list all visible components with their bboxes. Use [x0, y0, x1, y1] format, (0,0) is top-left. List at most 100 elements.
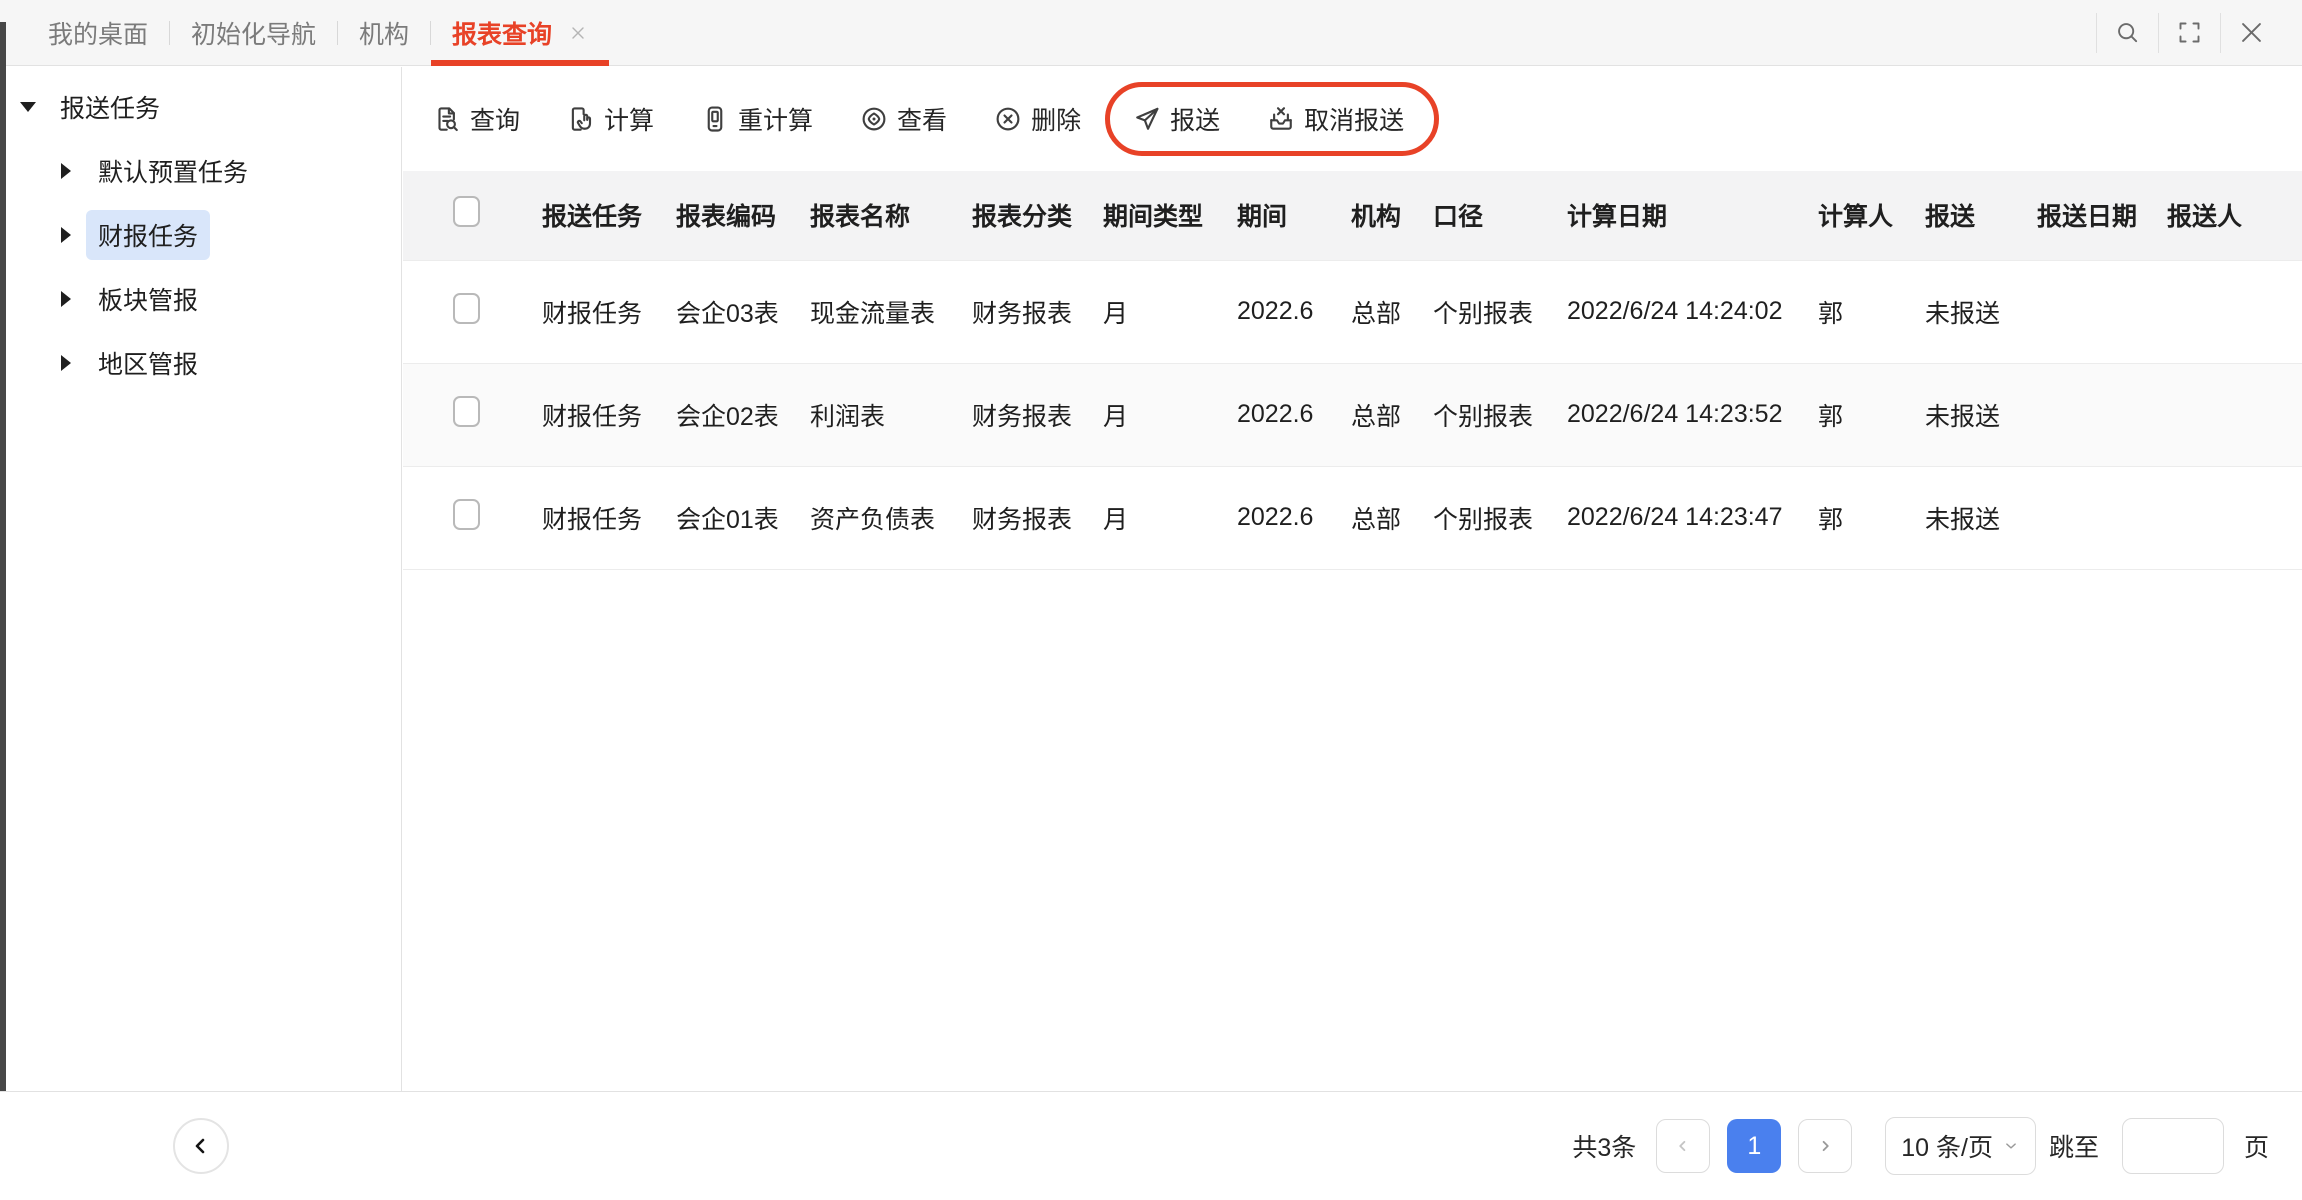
chevron-down-icon [2006, 1143, 2016, 1149]
chevron-right-icon[interactable] [58, 355, 74, 371]
page-size-select[interactable]: 10 条/页 [1885, 1117, 2036, 1175]
column-header: 报送任务 [542, 171, 676, 261]
chevron-left-icon [195, 1138, 205, 1154]
button-label: 重计算 [738, 107, 814, 135]
row-checkbox[interactable] [453, 498, 480, 530]
tab-init-nav[interactable]: 初始化导航 [170, 0, 337, 65]
report-table-wrap: 报送任务 报表编码 报表名称 报表分类 期间类型 期间 机构 口径 计算日期 计算人 报送 报送日期报… [403, 171, 2302, 570]
tab-close-button[interactable] [568, 23, 588, 43]
fullscreen-button[interactable] [2158, 12, 2220, 53]
next-page-button[interactable] [1798, 1119, 1853, 1173]
view-button[interactable]: 查看 [859, 101, 947, 137]
button-label: 删除 [1031, 107, 1082, 135]
table-cell: 总部 [1351, 363, 1433, 467]
fullscreen-icon [2179, 22, 2200, 43]
column-header: 报送 [1925, 171, 2037, 261]
table-cell: 财务报表 [972, 363, 1103, 467]
column-header: 报送人 [2167, 171, 2302, 261]
delete-button[interactable]: 删除 [993, 101, 1081, 137]
column-header: 计算日期 [1567, 171, 1818, 261]
tab-label: 报表查询 [452, 20, 553, 49]
table-cell [2037, 260, 2167, 364]
sidebar-item-financial-report-tasks[interactable]: 财报任务 [0, 203, 401, 267]
prev-page-button[interactable] [1656, 1119, 1711, 1173]
window-controls [2096, 12, 2282, 53]
table-cell: 2022/6/24 14:23:52 [1567, 363, 1818, 467]
close-button[interactable] [2220, 12, 2282, 53]
sidebar-item-submit-tasks[interactable]: 报送任务 [0, 75, 401, 139]
cancel-submit-icon [1270, 107, 1292, 130]
table-cell: 财报任务 [542, 260, 676, 364]
top-tab-bar: 我的桌面 初始化导航 机构 报表查询 [0, 0, 2302, 66]
jump-page-input[interactable] [2121, 1118, 2224, 1174]
cancel-submit-button[interactable]: 取消报送 [1266, 101, 1404, 137]
table-cell: 郭 [1818, 260, 1925, 364]
collapse-sidebar-button[interactable] [173, 1118, 229, 1174]
chevron-right-icon[interactable] [58, 227, 74, 243]
bottom-bar: 共3条 1 10 条/页 跳至 页 [0, 1091, 2302, 1200]
page-button-1[interactable]: 1 [1727, 1119, 1782, 1173]
jump-label: 跳至 [2048, 1134, 2099, 1162]
tab-my-desktop[interactable]: 我的桌面 [27, 0, 169, 65]
sidebar-item-label: 板块管报 [98, 287, 199, 315]
column-header: 报表名称 [810, 171, 972, 261]
table-cell: 现金流量表 [810, 260, 972, 364]
page-size-value: 10 条/页 [1901, 1134, 1993, 1162]
table-cell: 总部 [1351, 466, 1433, 570]
chevron-down-icon[interactable] [20, 102, 36, 112]
delete-icon [996, 107, 1020, 131]
table-cell: 会企02表 [676, 363, 810, 467]
tab-organization[interactable]: 机构 [338, 0, 430, 65]
table-row[interactable]: 财报任务 会企01表 资产负债表 财务报表月 2022.6 总部 个别报表 2022/6/24… [403, 466, 2302, 570]
report-table: 报送任务 报表编码 报表名称 报表分类 期间类型 期间 机构 口径 计算日期 计算人 报送 报送日期报… [403, 171, 2302, 570]
table-cell: 未报送 [1925, 260, 2037, 364]
table-row[interactable]: 财报任务 会企02表 利润表 财务报表月 2022.6 总部 个别报表 2022/6/24 1… [403, 363, 2302, 467]
button-label: 报送 [1170, 107, 1221, 135]
table-cell: 个别报表 [1433, 466, 1567, 570]
sidebar-item-segment-report[interactable]: 板块管报 [0, 267, 401, 331]
sidebar-item-default-preset-tasks[interactable]: 默认预置任务 [0, 139, 401, 203]
recalculate-button[interactable]: 重计算 [700, 101, 813, 137]
calculate-button[interactable]: 计算 [566, 101, 654, 137]
query-button[interactable]: 查询 [432, 101, 520, 137]
sidebar-item-region-report[interactable]: 地区管报 [0, 331, 401, 395]
column-header: 报表编码 [676, 171, 810, 261]
row-checkbox-cell [403, 260, 542, 364]
table-cell: 个别报表 [1433, 260, 1567, 364]
pagination: 共3条 1 10 条/页 跳至 页 [1572, 1117, 2269, 1175]
sidebar-item-label: 地区管报 [98, 351, 199, 379]
table-cell: 郭 [1818, 466, 1925, 570]
table-cell: 月 [1103, 260, 1237, 364]
table-cell [2167, 363, 2302, 467]
column-header: 报送日期 [2037, 171, 2167, 261]
select-all-checkbox[interactable] [453, 196, 480, 228]
table-cell [2167, 260, 2302, 364]
chevron-right-icon[interactable] [58, 163, 74, 179]
chevron-right-icon[interactable] [58, 291, 74, 307]
button-label: 查看 [897, 107, 948, 135]
table-cell [2037, 363, 2167, 467]
table-row[interactable]: 财报任务 会企03表 现金流量表 财务报表月 2022.6 总部 个别报表 2022/6/24… [403, 260, 2302, 364]
search-button[interactable] [2096, 12, 2158, 53]
left-edge-strip [0, 22, 6, 1091]
table-cell: 财务报表 [972, 466, 1103, 570]
tab-label: 机构 [359, 20, 410, 49]
table-cell: 月 [1103, 466, 1237, 570]
sidebar-item-label: 财报任务 [86, 210, 211, 260]
row-checkbox[interactable] [453, 292, 480, 324]
table-cell [2167, 466, 2302, 570]
table-cell: 会企03表 [676, 260, 810, 364]
table-cell: 财务报表 [972, 260, 1103, 364]
tab-label: 我的桌面 [48, 20, 149, 49]
app-window: 我的桌面 初始化导航 机构 报表查询 报送任务 默认预置任务 财报任务 板块管报 地区管报 查… [0, 0, 2302, 1200]
table-header-row: 报送任务 报表编码 报表名称 报表分类 期间类型 期间 机构 口径 计算日期 计算人 报送 报送日期报… [403, 171, 2302, 261]
tab-report-query[interactable]: 报表查询 [431, 0, 610, 66]
row-checkbox[interactable] [453, 395, 480, 427]
table-cell: 郭 [1818, 363, 1925, 467]
button-label: 计算 [604, 107, 655, 135]
submit-button[interactable]: 报送 [1132, 101, 1220, 137]
submit-icon [1136, 107, 1159, 130]
annotation-highlight-circle: 报送 取消报送 [1105, 82, 1440, 156]
calculate-icon [571, 107, 592, 131]
table-cell: 2022/6/24 14:24:02 [1567, 260, 1818, 364]
